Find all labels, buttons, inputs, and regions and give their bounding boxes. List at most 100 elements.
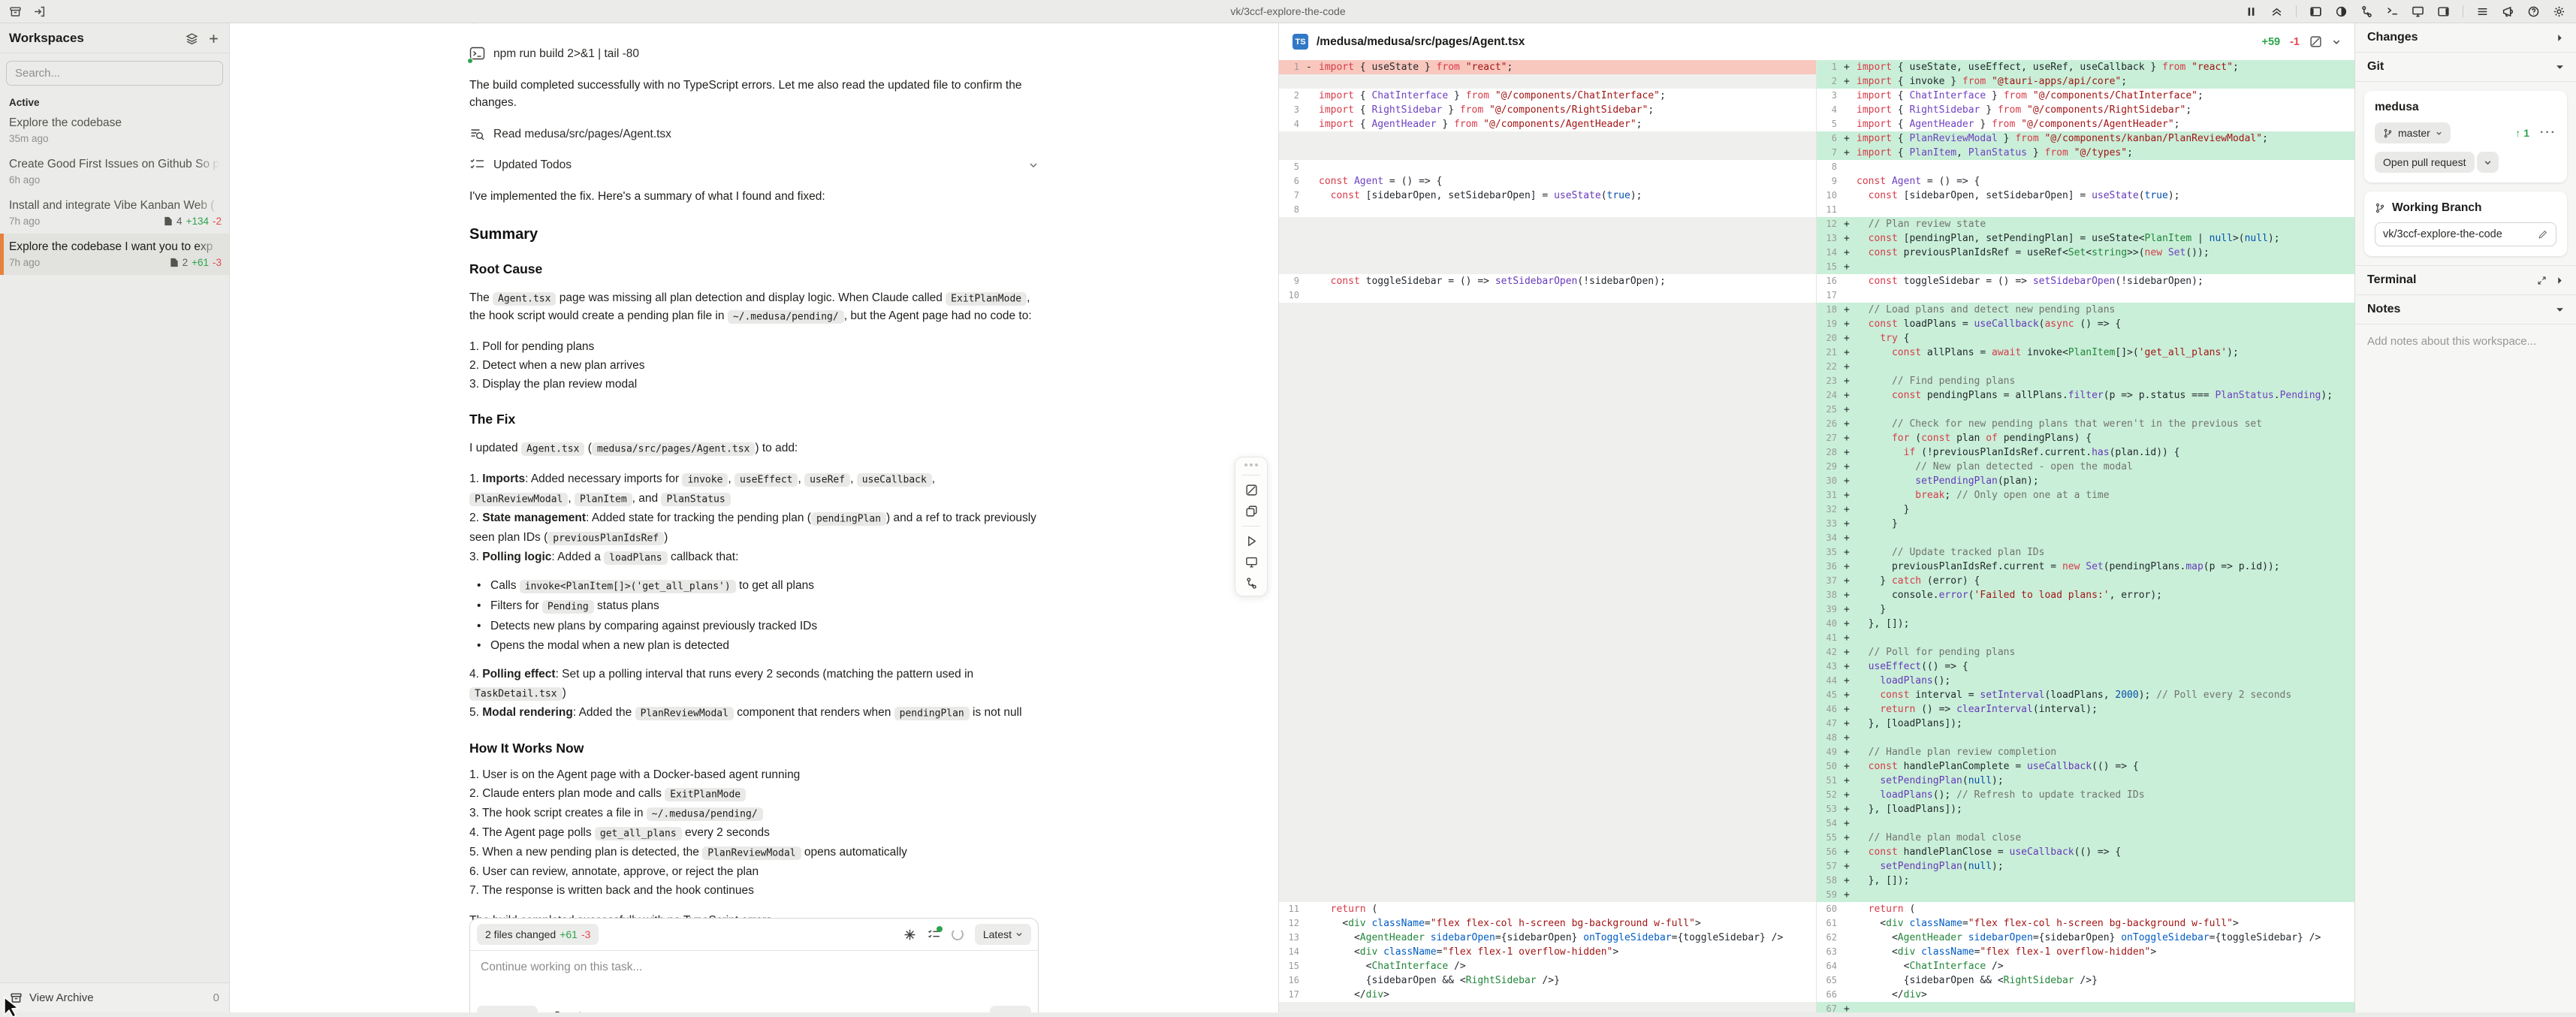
search-input[interactable] [15,67,214,80]
add-workspace-icon[interactable] [207,32,220,45]
send-button[interactable]: Send [990,1006,1031,1012]
workspace-item[interactable]: Explore the codebase35m ago [0,110,229,151]
archive-icon[interactable] [9,5,22,18]
diff-sign: + [1844,845,1857,859]
code-line [1857,203,2354,217]
monitor-icon[interactable] [2412,5,2424,18]
line-number: 51 [1817,774,1844,788]
diff-row: 42+ // Poll for pending plans [1817,645,2354,659]
git-graph-icon[interactable] [2360,5,2373,18]
diff-row: 51+ setPendingPlan(null); [1817,774,2354,788]
monitor-icon[interactable] [1245,556,1258,569]
pen-icon[interactable] [572,1010,584,1013]
tool-call-row[interactable]: Updated Todos [469,157,1039,173]
code-line: const Agent = () => { [1857,174,2354,189]
megaphone-icon[interactable] [2502,5,2514,18]
pause-icon[interactable] [2245,5,2258,18]
drag-handle-icon[interactable] [1244,463,1258,466]
layers-icon[interactable] [186,32,198,45]
code-line: } [1857,502,2354,517]
diff-sign: + [1844,517,1857,531]
changes-label: Changes [2367,31,2418,44]
branch-selector[interactable]: master [2375,122,2451,143]
terminal-section-header[interactable]: Terminal [2355,266,2576,295]
attach-icon[interactable] [548,1010,561,1013]
pr-options-button[interactable] [2477,152,2499,173]
diff-row: 20+ try { [1817,331,2354,346]
diff-filler-row [1279,488,1816,502]
files-removed-count: -3 [581,928,590,940]
help-icon[interactable] [2527,5,2540,18]
workspace-item[interactable]: Create Good First Issues on Github So p6… [0,151,229,192]
latest-dropdown[interactable]: Latest [975,924,1031,945]
view-archive-button[interactable]: View Archive 0 [0,982,229,1012]
diff-row: 50+ const handlePlanComplete = useCallba… [1817,759,2354,774]
diff-sign [1306,916,1319,931]
working-branch-label: Working Branch [2392,201,2481,215]
workspace-item[interactable]: Install and integrate Vibe Kanban Web (7… [0,192,229,234]
chevron-right-icon [2556,276,2564,285]
settings-icon[interactable] [2553,5,2565,18]
working-branch-field[interactable]: vk/3ccf-explore-the-code [2375,222,2556,246]
open-panel-icon[interactable] [33,5,46,18]
code-line [1319,160,1816,174]
pr-label: Open pull request [2383,156,2466,168]
diff-filler-row [1279,574,1816,588]
open-pull-request-button[interactable]: Open pull request [2375,152,2475,173]
line-number: 14 [1279,945,1306,959]
chevron-down-icon[interactable] [1028,160,1039,171]
diff-row: 12+ // Plan review state [1817,217,2354,231]
files-changed-button[interactable]: 2 files changed +61 -3 [477,924,599,945]
collapse-diff-icon[interactable] [2332,38,2341,47]
workspace-item[interactable]: Explore the codebase I want you to exp7h… [0,234,229,275]
list-item: 4. Polling effect: Set up a polling inte… [469,665,1039,703]
line-number: 64 [1817,959,1844,973]
diff-row: 28+ if (!previousPlanIdsRef.current.has(… [1817,445,2354,460]
inline-code: useEffect [734,473,798,487]
diff-filler-row [1279,260,1816,274]
copy-icon[interactable] [1245,505,1258,518]
notes-section-header[interactable]: Notes [2355,295,2576,324]
git-graph-icon[interactable] [1245,577,1258,590]
model-selector[interactable]: Default [477,1006,538,1012]
workspace-search[interactable] [6,61,223,86]
play-icon[interactable] [1245,535,1258,548]
line-number: 42 [1817,645,1844,659]
inline-code: Agent.tsx [521,442,584,456]
theme-icon[interactable] [2335,5,2348,18]
diff-filler-row [1279,774,1816,788]
line-number: 53 [1817,802,1844,816]
tool-call-row[interactable]: Read medusa/src/pages/Agent.tsx [469,126,1039,142]
code-line: setPendingPlan(null); [1857,774,2354,788]
repo-menu-icon[interactable]: ··· [2540,126,2556,140]
panel-right-icon[interactable] [2437,5,2450,18]
diff-filler-row [1279,617,1816,631]
sparkle-icon[interactable] [903,928,916,941]
diff-row: 55+ // Handle plan modal close [1817,831,2354,845]
message-input[interactable] [481,961,1027,974]
diff-row: 27+ for (const plan of pendingPlans) { [1817,431,2354,445]
todo-status-icon[interactable] [928,928,940,941]
list-item: 6. User can review, annotate, approve, o… [469,862,1039,881]
line-number: 7 [1279,189,1306,203]
changes-section-header[interactable]: Changes [2355,23,2576,53]
diff-row: 31+ break; // Only open one at a time [1817,488,2354,502]
panel-left-icon[interactable] [2309,5,2322,18]
line-number: 4 [1817,103,1844,117]
workspace-time: 7h ago [9,257,40,268]
notes-placeholder[interactable]: Add notes about this workspace... [2355,324,2576,358]
diff-view-icon[interactable] [1245,484,1258,496]
expand-icon[interactable] [2537,276,2547,285]
collapse-up-icon[interactable] [2270,5,2283,18]
menu-icon[interactable] [2476,5,2489,18]
split-view-icon[interactable] [2309,35,2322,48]
success-dot [467,58,473,64]
code-line: try { [1857,331,2354,346]
diff-sign [1306,103,1319,117]
edit-pencil-icon[interactable] [2538,229,2548,240]
terminal-icon[interactable] [2386,5,2399,18]
tool-call-row[interactable]: npm run build 2>&1 | tail -80 [469,46,1039,62]
git-section-header[interactable]: Git [2355,53,2576,82]
diff-sign: + [1844,360,1857,374]
diff-row: 36+ previousPlanIdsRef.current = new Set… [1817,560,2354,574]
